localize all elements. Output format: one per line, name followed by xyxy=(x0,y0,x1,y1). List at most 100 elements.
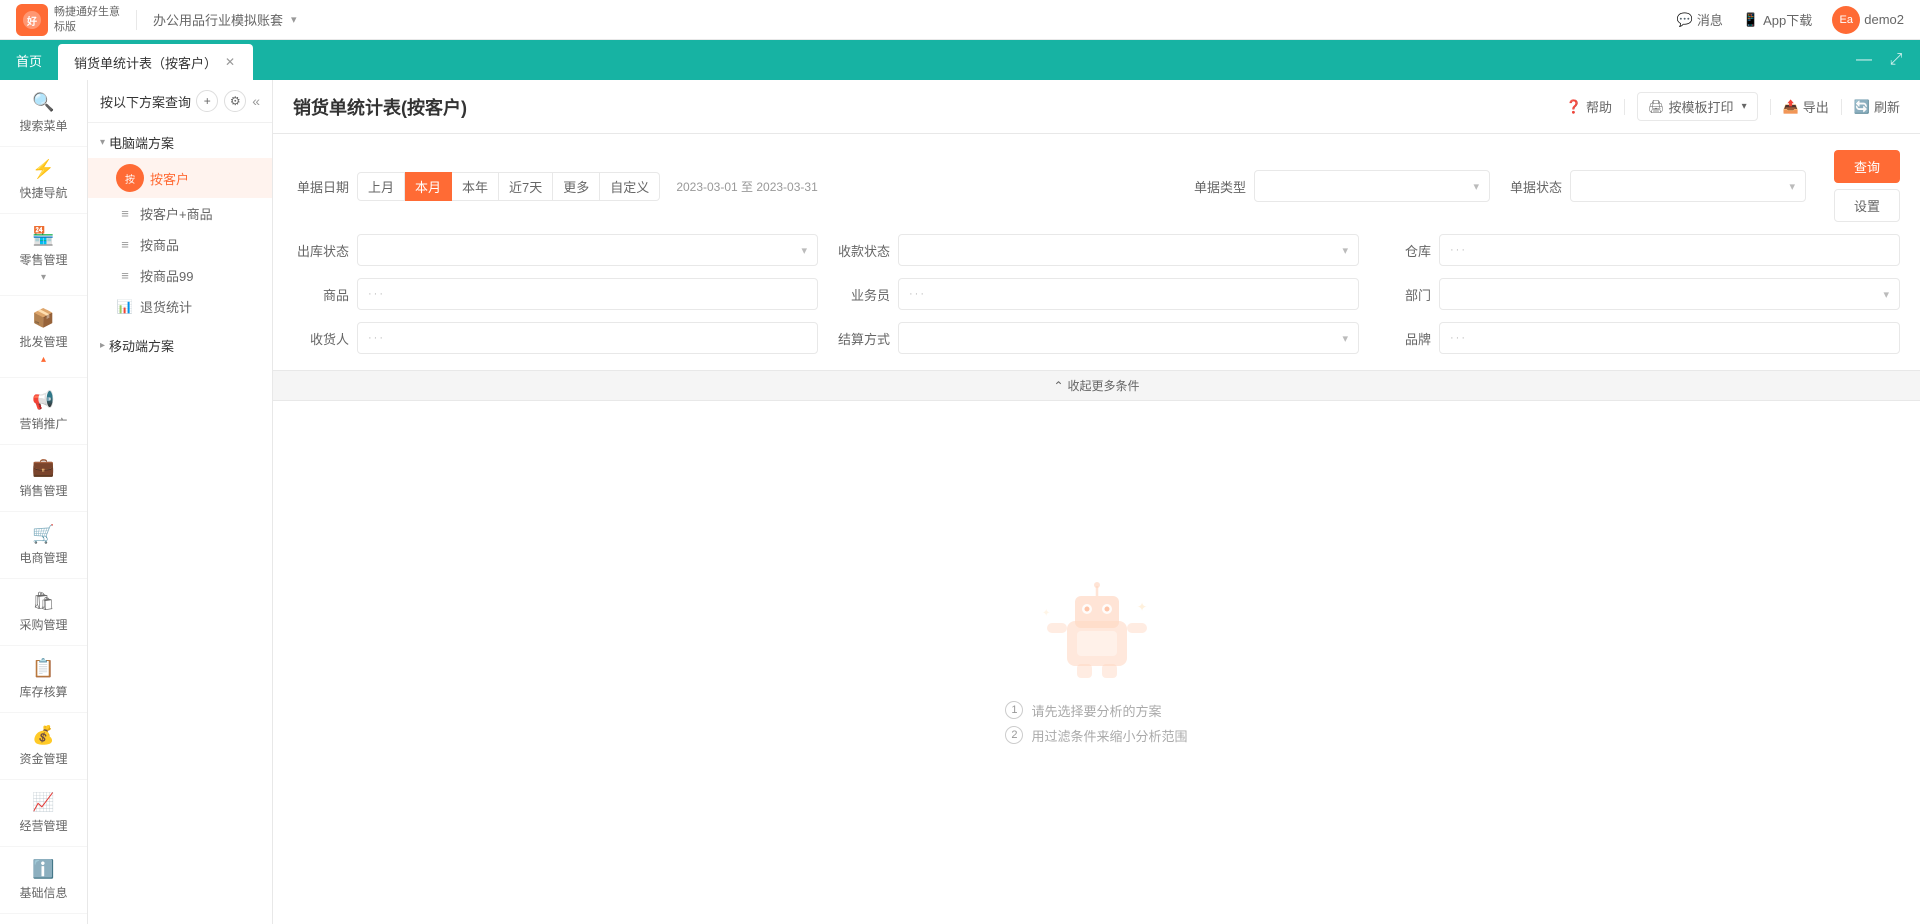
stock-status-label: 出库状态 xyxy=(293,241,349,260)
order-type-input[interactable]: ▾ xyxy=(1254,170,1490,202)
warehouse-input[interactable]: ··· xyxy=(1439,234,1900,266)
refresh-button[interactable]: 🔄 刷新 xyxy=(1854,97,1900,116)
scheme-item-by-customer[interactable]: 按 按客户 xyxy=(88,158,272,198)
brand-dots: ··· xyxy=(1450,332,1467,344)
scheme-item-by-product-99[interactable]: ≡ 按商品99 xyxy=(88,260,272,291)
scheme-item-icon: ≡ xyxy=(116,237,134,252)
user-menu[interactable]: Ea demo2 xyxy=(1832,6,1904,34)
top-bar-dropdown[interactable]: ▾ xyxy=(291,13,297,26)
date-tab-more[interactable]: 更多 xyxy=(553,172,600,201)
top-bar-left: 好 畅捷通好生意 标版 办公用品行业模拟账套 ▾ xyxy=(16,4,297,36)
product-input[interactable]: ··· xyxy=(357,278,818,310)
svg-text:✦: ✦ xyxy=(1042,608,1050,619)
search-icon: 🔍 xyxy=(32,92,54,113)
filter-stock-status: 出库状态 ▾ xyxy=(293,234,818,266)
settings-button[interactable]: 设置 xyxy=(1834,189,1900,222)
order-status-label: 单据状态 xyxy=(1506,177,1562,196)
date-label: 单据日期 xyxy=(293,177,349,196)
app-download-button[interactable]: 📱 App下载 xyxy=(1743,10,1812,29)
sales-mgmt-icon: 💼 xyxy=(32,457,54,478)
department-input[interactable]: ▾ xyxy=(1439,278,1900,310)
scheme-settings-button[interactable]: ⚙ xyxy=(224,90,246,112)
department-label: 部门 xyxy=(1375,285,1431,304)
tab-sales-report[interactable]: 销货单统计表（按客户） ✕ xyxy=(58,44,253,80)
stock-status-input[interactable]: ▾ xyxy=(357,234,818,266)
tab-expand-button[interactable]: ⤢ xyxy=(1884,48,1908,72)
tab-minimize-button[interactable]: — xyxy=(1852,48,1876,72)
sidebar-item-purchase[interactable]: 🛍 采购管理 xyxy=(0,579,87,646)
date-tab-this-month[interactable]: 本月 xyxy=(405,172,452,201)
logo-text: 畅捷通好生意 标版 xyxy=(54,5,120,34)
add-scheme-button[interactable]: + xyxy=(196,90,218,112)
settlement-input[interactable]: ▾ xyxy=(898,322,1359,354)
payment-status-input[interactable]: ▾ xyxy=(898,234,1359,266)
divider-2 xyxy=(1770,99,1771,115)
sidebar-item-wholesale[interactable]: 📦 批发管理 ▴ xyxy=(0,296,87,378)
search-buttons: 查询 设置 xyxy=(1834,150,1900,222)
sidebar-item-operations[interactable]: 📈 经营管理 xyxy=(0,780,87,847)
settlement-label: 结算方式 xyxy=(834,329,890,348)
brand-label: 品牌 xyxy=(1375,329,1431,348)
filter-row-1: 单据日期 上月 本月 本年 近7天 更多 自定义 2023-03-01 至 20… xyxy=(293,150,1900,222)
empty-steps: 1 请先选择要分析的方案 2 用过滤条件来缩小分析范围 xyxy=(1005,701,1187,745)
step-1-num: 1 xyxy=(1005,701,1023,719)
sidebar-item-retail[interactable]: 🏪 零售管理 ▾ xyxy=(0,214,87,296)
recipient-input[interactable]: ··· xyxy=(357,322,818,354)
filter-salesperson: 业务员 ··· xyxy=(834,278,1359,310)
sidebar-item-system[interactable]: ⚙️ 系统管理 xyxy=(0,914,87,924)
filter-brand: 品牌 ··· xyxy=(1375,322,1900,354)
sidebar-item-search[interactable]: 🔍 搜索菜单 xyxy=(0,80,87,147)
date-tab-last-month[interactable]: 上月 xyxy=(357,172,405,201)
quick-nav-icon: ⚡ xyxy=(32,159,54,180)
payment-status-label: 收款状态 xyxy=(834,241,890,260)
scheme-group-desktop: ▾ 电脑端方案 按 按客户 ≡ 按客户+商品 ≡ 按商品 ≡ 按商品99 xyxy=(88,123,272,326)
sidebar-item-inventory[interactable]: 📋 库存核算 xyxy=(0,646,87,713)
top-bar-right: 💬 消息 📱 App下载 Ea demo2 xyxy=(1677,6,1904,34)
brand-input[interactable]: ··· xyxy=(1439,322,1900,354)
date-tab-7days[interactable]: 近7天 xyxy=(499,172,553,201)
tab-home[interactable]: 首页 xyxy=(0,40,58,80)
search-button[interactable]: 查询 xyxy=(1834,150,1900,183)
print-button[interactable]: 🖨 按模板打印 ▾ xyxy=(1637,92,1758,121)
scheme-item-by-product[interactable]: ≡ 按商品 xyxy=(88,229,272,260)
help-button[interactable]: ❓ 帮助 xyxy=(1566,97,1612,116)
collapse-bar[interactable]: ⌃ 收起更多条件 xyxy=(273,371,1920,401)
left-panel-header-actions: + ⚙ « xyxy=(196,90,260,112)
print-dropdown-icon: ▾ xyxy=(1742,101,1747,112)
filter-area: 单据日期 上月 本月 本年 近7天 更多 自定义 2023-03-01 至 20… xyxy=(273,134,1920,371)
filter-date: 单据日期 上月 本月 本年 近7天 更多 自定义 2023-03-01 至 20… xyxy=(293,172,1174,201)
scheme-item-return-stats[interactable]: 📊 退货统计 xyxy=(88,291,272,322)
export-icon: 📤 xyxy=(1783,99,1799,115)
date-tabs: 上月 本月 本年 近7天 更多 自定义 xyxy=(357,172,660,201)
content-area: 销货单统计表(按客户) ❓ 帮助 🖨 按模板打印 ▾ 📤 xyxy=(273,80,1920,924)
filter-row-4: 收货人 ··· 结算方式 ▾ 品牌 xyxy=(293,322,1900,354)
step-2-num: 2 xyxy=(1005,726,1023,744)
salesperson-input[interactable]: ··· xyxy=(898,278,1359,310)
scheme-item-by-customer-product[interactable]: ≡ 按客户+商品 xyxy=(88,198,272,229)
message-button[interactable]: 💬 消息 xyxy=(1677,10,1723,29)
sidebar-item-sales-mgmt[interactable]: 💼 销售管理 xyxy=(0,445,87,512)
avatar: Ea xyxy=(1832,6,1860,34)
scheme-group-desktop-header[interactable]: ▾ 电脑端方案 xyxy=(88,127,272,158)
date-tab-this-year[interactable]: 本年 xyxy=(452,172,499,201)
tab-close-icon[interactable]: ✕ xyxy=(223,53,237,71)
divider-3 xyxy=(1841,99,1842,115)
scheme-group-mobile-header[interactable]: ▸ 移动端方案 xyxy=(88,330,272,361)
order-status-input[interactable]: ▾ xyxy=(1570,170,1806,202)
filter-department: 部门 ▾ xyxy=(1375,278,1900,310)
sidebar-item-quick-nav[interactable]: ⚡ 快捷导航 xyxy=(0,147,87,214)
inventory-icon: 📋 xyxy=(32,658,54,679)
sidebar-item-finance[interactable]: 💰 资金管理 xyxy=(0,713,87,780)
export-button[interactable]: 📤 导出 xyxy=(1783,97,1829,116)
print-icon: 🖨 xyxy=(1648,99,1665,115)
salesperson-label: 业务员 xyxy=(834,285,890,304)
empty-state: ✦ ✦ 1 请先选择要分析的方案 2 用过滤条件来缩小分析范围 xyxy=(273,401,1920,924)
collapse-panel-icon[interactable]: « xyxy=(252,93,260,109)
stock-status-dropdown-icon: ▾ xyxy=(801,244,807,257)
sidebar-item-marketing[interactable]: 📢 营销推广 xyxy=(0,378,87,445)
filter-settlement: 结算方式 ▾ xyxy=(834,322,1359,354)
sidebar-item-ecom[interactable]: 🛒 电商管理 xyxy=(0,512,87,579)
sidebar-item-basic-info[interactable]: ℹ️ 基础信息 xyxy=(0,847,87,914)
date-tab-custom[interactable]: 自定义 xyxy=(600,172,660,201)
department-dropdown-icon: ▾ xyxy=(1883,288,1889,301)
